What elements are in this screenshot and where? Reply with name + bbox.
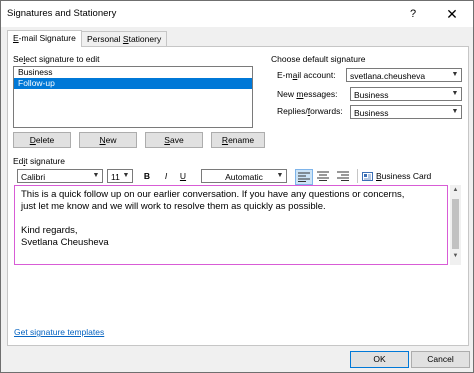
email-account-label: E-mail account: bbox=[277, 70, 336, 80]
bold-button[interactable]: B bbox=[140, 169, 154, 183]
rename-button[interactable]: Rename bbox=[211, 132, 265, 148]
align-center-button[interactable] bbox=[315, 169, 331, 183]
editor-line: Svetlana Cheusheva bbox=[21, 237, 109, 248]
underline-button[interactable]: U bbox=[177, 169, 189, 183]
edit-signature-label: Edit signature bbox=[13, 156, 65, 166]
toolbar-divider bbox=[357, 169, 358, 183]
font-color-select[interactable]: Automatic ▼ bbox=[201, 169, 287, 183]
business-card-button[interactable]: Business Card bbox=[362, 169, 462, 183]
help-button[interactable]: ? bbox=[402, 5, 424, 23]
editor-line: This is a quick follow up on our earlier… bbox=[21, 189, 405, 200]
email-account-select[interactable]: svetlana.cheusheva ▼ bbox=[346, 68, 462, 82]
delete-button[interactable]: Delete bbox=[13, 132, 71, 148]
signatures-dialog: Signatures and Stationery ? ✕ E-mail Sig… bbox=[0, 0, 474, 373]
chevron-down-icon: ▼ bbox=[122, 172, 130, 179]
cancel-button[interactable]: Cancel bbox=[411, 351, 470, 368]
chevron-down-icon: ▼ bbox=[276, 172, 284, 179]
ok-button[interactable]: OK bbox=[350, 351, 409, 368]
chevron-down-icon: ▼ bbox=[451, 71, 459, 78]
align-left-icon bbox=[298, 172, 310, 182]
chevron-down-icon: ▼ bbox=[92, 172, 100, 179]
scroll-up-icon[interactable]: ▲ bbox=[450, 187, 461, 197]
new-button[interactable]: New bbox=[79, 132, 137, 148]
scroll-thumb[interactable] bbox=[452, 199, 459, 249]
list-item[interactable]: Follow-up bbox=[14, 78, 252, 89]
list-item[interactable]: Business bbox=[14, 67, 252, 78]
editor-scrollbar[interactable]: ▲ ▼ bbox=[450, 185, 461, 265]
align-left-button[interactable] bbox=[295, 169, 313, 185]
replies-forwards-label: Replies/forwards: bbox=[277, 106, 343, 116]
get-signature-templates-link[interactable]: Get signature templates bbox=[14, 327, 104, 337]
close-button[interactable]: ✕ bbox=[441, 5, 463, 23]
choose-default-heading: Choose default signature bbox=[271, 54, 366, 64]
tab-email-signature[interactable]: E-mail Signature bbox=[7, 30, 82, 47]
signature-editor[interactable]: This is a quick follow up on our earlier… bbox=[14, 185, 448, 265]
align-right-icon bbox=[337, 171, 349, 181]
tab-personal-stationery[interactable]: Personal Stationery bbox=[81, 31, 168, 46]
chevron-down-icon: ▼ bbox=[451, 108, 459, 115]
italic-button[interactable]: I bbox=[160, 169, 172, 183]
new-messages-select[interactable]: Business ▼ bbox=[350, 87, 462, 101]
signature-list[interactable]: Business Follow-up bbox=[13, 66, 253, 128]
title-bar: Signatures and Stationery ? ✕ bbox=[1, 1, 473, 27]
editor-line: Kind regards, bbox=[21, 225, 78, 236]
align-right-button[interactable] bbox=[335, 169, 351, 183]
save-button[interactable]: Save bbox=[145, 132, 203, 148]
chevron-down-icon: ▼ bbox=[451, 90, 459, 97]
font-size-select[interactable]: 11 ▼ bbox=[107, 169, 133, 183]
font-select[interactable]: Calibri ▼ bbox=[17, 169, 103, 183]
editor-line: just let me know and we will work to res… bbox=[21, 201, 326, 212]
window-title: Signatures and Stationery bbox=[7, 8, 117, 19]
new-messages-label: New messages: bbox=[277, 89, 338, 99]
business-card-icon bbox=[362, 172, 373, 182]
replies-forwards-select[interactable]: Business ▼ bbox=[350, 105, 462, 119]
align-center-icon bbox=[317, 171, 329, 181]
select-signature-label: Select signature to edit bbox=[13, 54, 100, 64]
scroll-down-icon[interactable]: ▼ bbox=[450, 253, 461, 263]
